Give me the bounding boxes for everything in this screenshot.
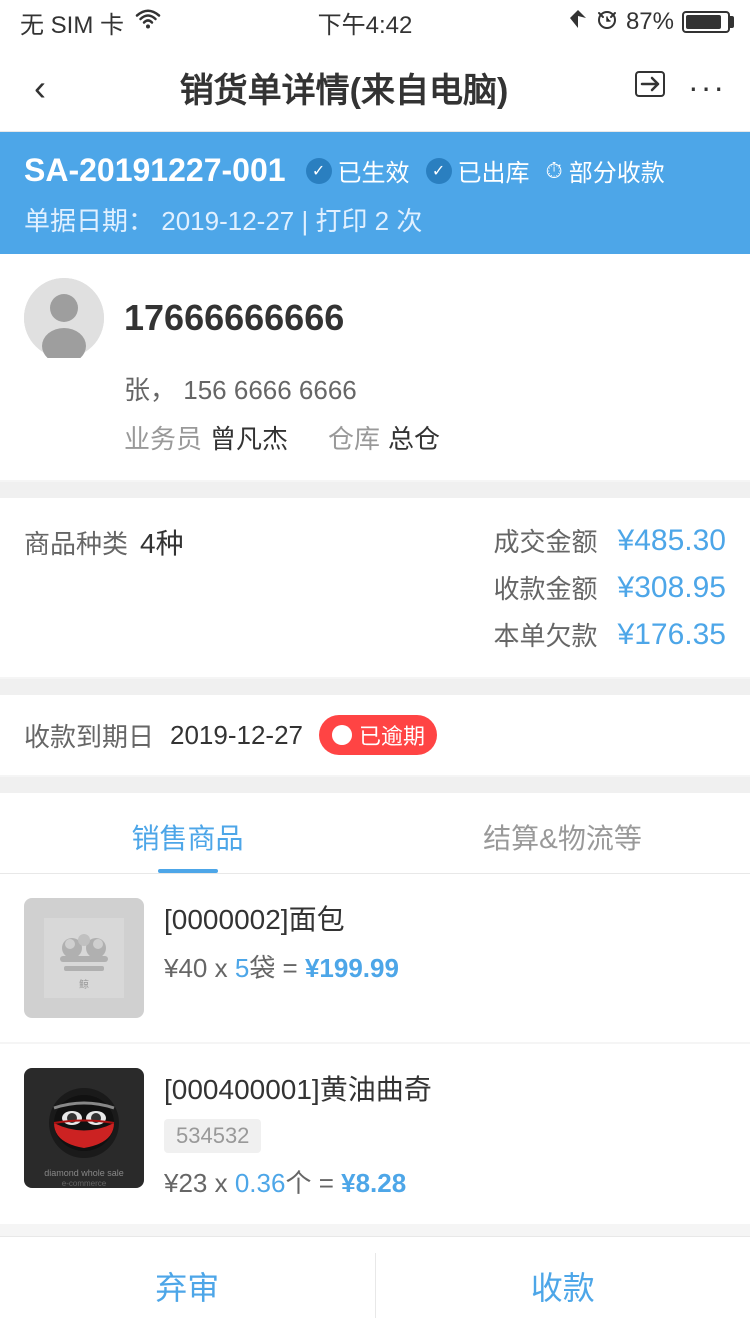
product-sku-2: 534532 [164,1119,261,1153]
carrier-text: 无 SIM 卡 [20,5,124,40]
more-button[interactable]: ··· [688,69,726,106]
back-button[interactable]: ‹ [24,57,56,119]
product-name-1: [0000002]面包 [164,898,726,938]
status-tags: ✓ 已生效 ✓ 已出库 ⏱ 部分收款 [306,153,665,188]
cancel-button[interactable]: 弃审 [0,1237,375,1334]
svg-text:鲸: 鲸 [79,978,89,991]
sales-name: 曾凡杰 [210,419,288,456]
product-price-1: ¥40 x 5袋 = ¥199.99 [164,948,726,985]
customer-meta: 业务员 曾凡杰 仓库 总仓 [24,419,726,456]
location-icon [568,8,588,37]
order-header: SA-20191227-001 ✓ 已生效 ✓ 已出库 ⏱ 部分收款 单据日期：… [0,132,750,254]
due-date-value: 2019-12-27 [170,720,303,751]
tab-products[interactable]: 销售商品 [0,793,375,873]
stats-section: 商品种类 4种 成交金额 ¥485.30 收款金额 ¥308.95 本单欠款 ¥… [0,498,750,677]
status-effective: ✓ 已生效 [306,153,410,188]
nav-right-actions: ··· [632,66,726,109]
customer-row: 17666666666 [24,278,726,358]
confirm-button[interactable]: 收款 [376,1237,750,1334]
check-shipped-icon: ✓ [426,158,452,184]
amount-row-received: 收款金额 ¥308.95 [494,569,726,606]
time-display: 下午4:42 [318,5,413,40]
customer-phone: 17666666666 [124,297,344,339]
stats-left: 商品种类 4种 [24,522,184,562]
product-item-2: diamond whole sale e-commerce [000400001… [0,1044,750,1224]
status-right: 87% [568,8,730,37]
divider-1 [0,482,750,498]
overdue-badge: ! 已逾期 [319,715,437,755]
stats-right: 成交金额 ¥485.30 收款金额 ¥308.95 本单欠款 ¥176.35 [494,522,726,653]
divider-3 [0,777,750,793]
share-button[interactable] [632,66,668,109]
check-effective-icon: ✓ [306,158,332,184]
product-name-2: [000400001]黄油曲奇 [164,1068,726,1108]
status-shipped: ✓ 已出库 [426,153,530,188]
warehouse-name: 总仓 [388,419,440,456]
due-section: 收款到期日 2019-12-27 ! 已逾期 [0,695,750,775]
status-partial: ⏱ 部分收款 [546,153,665,188]
battery-percentage: 87% [626,8,674,36]
divider-2 [0,679,750,695]
amount-received: ¥308.95 [618,571,726,605]
battery-icon [682,11,730,33]
amount-total: ¥485.30 [618,524,726,558]
tab-settlement[interactable]: 结算&物流等 [375,793,750,873]
product-thumb-1: 鲸 [24,898,144,1018]
amount-row-debt: 本单欠款 ¥176.35 [494,616,726,653]
bottom-bar: 弃审 收款 [0,1236,750,1334]
warehouse-label: 仓库 [328,419,380,456]
status-bar: 无 SIM 卡 下午4:42 87% [0,0,750,44]
product-item-1: 鲸 [0000002]面包 ¥40 x 5袋 = ¥199.99 [0,874,750,1042]
svg-text:e-commerce: e-commerce [62,1179,107,1188]
sales-label: 业务员 [124,419,202,456]
order-date-info: 单据日期： 2019-12-27 | 打印 2 次 [24,201,726,238]
page-title: 销货单详情(来自电脑) [56,63,632,112]
customer-section: 17666666666 张， 156 6666 6666 业务员 曾凡杰 仓库 … [0,254,750,480]
nav-bar: ‹ 销货单详情(来自电脑) ··· [0,44,750,132]
amount-debt: ¥176.35 [618,618,726,652]
product-thumb-2: diamond whole sale e-commerce [24,1068,144,1188]
status-left: 无 SIM 卡 [20,5,162,40]
alarm-icon [596,8,618,37]
order-id: SA-20191227-001 [24,152,286,189]
svg-text:diamond whole sale: diamond whole sale [44,1168,124,1178]
customer-avatar [24,278,104,358]
product-price-2: ¥23 x 0.36个 = ¥8.28 [164,1163,726,1200]
customer-alt-info: 张， 156 6666 6666 [24,370,726,407]
tab-bar: 销售商品 结算&物流等 [0,793,750,874]
due-label: 收款到期日 [24,717,154,754]
amount-row-total: 成交金额 ¥485.30 [494,522,726,559]
product-info-2: [000400001]黄油曲奇 534532 ¥23 x 0.36个 = ¥8.… [164,1068,726,1200]
wifi-icon [134,8,162,37]
svg-text:!: ! [340,727,345,743]
product-type-count: 商品种类 4种 [24,522,184,562]
product-list: 鲸 [0000002]面包 ¥40 x 5袋 = ¥199.99 [0,874,750,1224]
product-info-1: [0000002]面包 ¥40 x 5袋 = ¥199.99 [164,898,726,985]
